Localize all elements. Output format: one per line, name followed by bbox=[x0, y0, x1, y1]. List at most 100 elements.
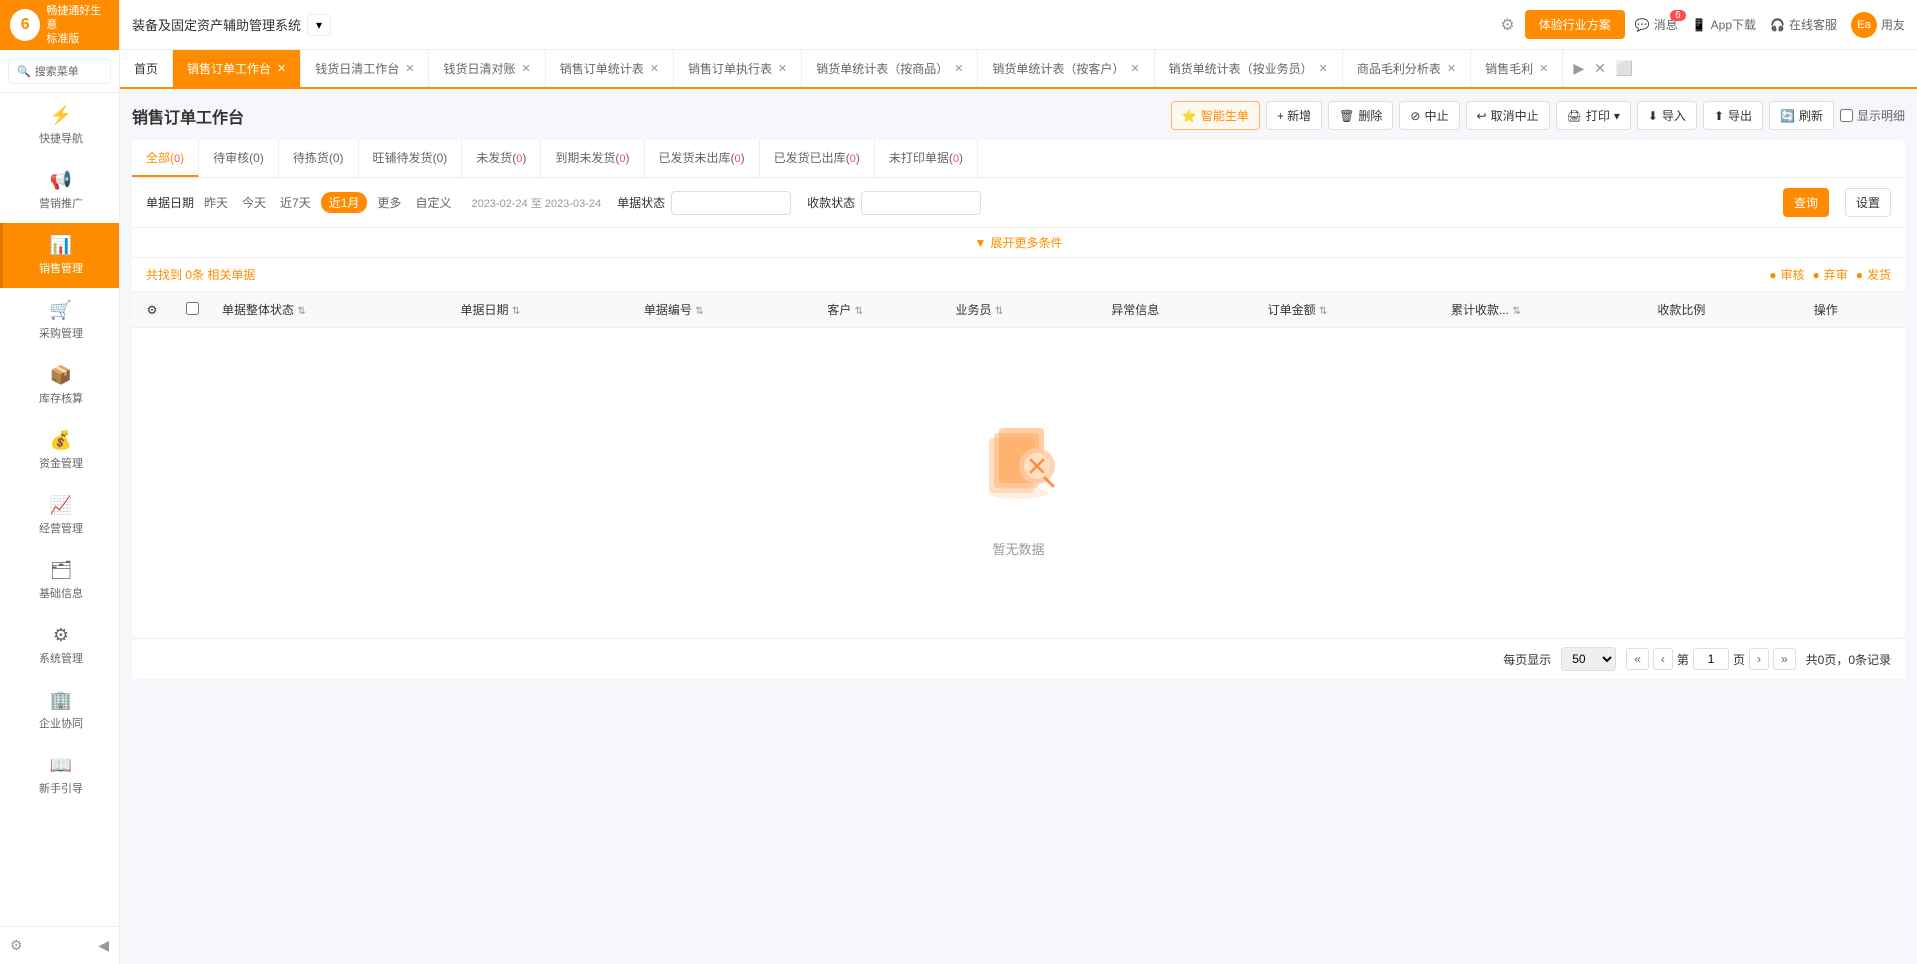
tabbar-actions: ▶ ✕ ⬜ bbox=[1563, 56, 1643, 81]
prev-page-button[interactable]: ‹ bbox=[1653, 648, 1673, 670]
delete-button[interactable]: 🗑 删除 bbox=[1328, 101, 1393, 130]
tab-maximize-button[interactable]: ⬜ bbox=[1612, 56, 1637, 81]
tab-sales-more-close[interactable]: ✕ bbox=[1539, 62, 1548, 75]
select-all-checkbox[interactable] bbox=[186, 302, 199, 315]
sidebar-item-sales[interactable]: 📊 销售管理 bbox=[0, 223, 119, 288]
sort-collected-icon[interactable]: ⇅ bbox=[1512, 306, 1520, 317]
cancel-review-action-button[interactable]: ● 弃审 bbox=[1812, 266, 1847, 283]
tab-home[interactable]: 首页 bbox=[120, 50, 173, 87]
page-number-input[interactable] bbox=[1693, 648, 1729, 670]
subtabs: 全部(0) 待审核(0) 待拣货(0) 旺铺待发货(0) 未发货(0) 到期未发… bbox=[132, 140, 1905, 178]
sidebar-item-operations[interactable]: 📈 经营管理 bbox=[0, 483, 119, 548]
subtab-not-printed[interactable]: 未打印单据(0) bbox=[875, 140, 978, 177]
topbar-settings-button[interactable]: ⚙ bbox=[1500, 15, 1514, 35]
sidebar-item-quick-nav[interactable]: ⚡ 快捷导航 bbox=[0, 93, 119, 158]
subtab-wangpu-deliver[interactable]: 旺铺待发货(0) bbox=[359, 140, 463, 177]
tab-sales-exec-close[interactable]: ✕ bbox=[778, 62, 787, 75]
system-dropdown-button[interactable]: ▾ bbox=[307, 14, 331, 36]
subtab-pending-review[interactable]: 待审核(0) bbox=[199, 140, 279, 177]
print-button[interactable]: 🖨 打印 ▾ bbox=[1556, 101, 1631, 130]
sidebar-item-system[interactable]: ⚙ 系统管理 bbox=[0, 613, 119, 678]
subtab-overdue-not-shipped[interactable]: 到期未发货(0) bbox=[541, 140, 644, 177]
page-size-select[interactable]: 50 10 20 100 bbox=[1561, 647, 1616, 671]
tab-gross-margin-close[interactable]: ✕ bbox=[1447, 62, 1456, 75]
query-button[interactable]: 查询 bbox=[1783, 188, 1829, 217]
sidebar-item-finance[interactable]: 💰 资金管理 bbox=[0, 418, 119, 483]
date-yesterday-btn[interactable]: 昨天 bbox=[200, 192, 232, 213]
tab-sales-unified-customer[interactable]: 销货单统计表（按客户） ✕ bbox=[978, 50, 1154, 87]
app-download-button[interactable]: 📱 App下载 bbox=[1692, 16, 1756, 33]
sidebar-item-marketing[interactable]: 📢 营销推广 bbox=[0, 158, 119, 223]
tab-sales-more[interactable]: 销售毛利 ✕ bbox=[1471, 50, 1563, 87]
new-button[interactable]: + 新增 bbox=[1266, 101, 1322, 130]
collapse-sidebar-button[interactable]: ◀ bbox=[98, 937, 109, 954]
tab-sales-unified-customer-close[interactable]: ✕ bbox=[1130, 62, 1139, 75]
tab-cash-reconcile[interactable]: 钱货日清对账 ✕ bbox=[429, 50, 545, 87]
sort-doc-date-icon[interactable]: ⇅ bbox=[512, 306, 520, 317]
tab-sales-unified-staff[interactable]: 销货单统计表（按业务员） ✕ bbox=[1155, 50, 1343, 87]
subtab-pending-inspect[interactable]: 待拣货(0) bbox=[279, 140, 359, 177]
settings-footer-button[interactable]: ⚙ bbox=[10, 937, 23, 954]
online-service-button[interactable]: 🎧 在线客服 bbox=[1770, 16, 1837, 33]
tab-close-all-button[interactable]: ✕ bbox=[1590, 56, 1610, 81]
status-select[interactable] bbox=[671, 191, 791, 215]
tab-sales-unified-product[interactable]: 销货单统计表（按商品） ✕ bbox=[802, 50, 978, 87]
show-detail-checkbox[interactable] bbox=[1840, 109, 1853, 122]
date-7days-btn[interactable]: 近7天 bbox=[276, 192, 315, 213]
subtab-shipped-warehoused[interactable]: 已发货已出库(0) bbox=[760, 140, 875, 177]
import-button[interactable]: ⬇ 导入 bbox=[1637, 101, 1697, 130]
first-page-button[interactable]: « bbox=[1626, 648, 1649, 670]
sort-doc-status-icon[interactable]: ⇅ bbox=[297, 306, 305, 317]
refresh-button[interactable]: 🔄 刷新 bbox=[1769, 101, 1834, 130]
column-settings-icon[interactable]: ⚙ bbox=[147, 303, 158, 317]
cancel-stop-button[interactable]: ↩ 取消中止 bbox=[1466, 101, 1550, 130]
date-custom-btn[interactable]: 自定义 bbox=[411, 192, 455, 213]
tab-cash-reconcile-close[interactable]: ✕ bbox=[522, 62, 531, 75]
operations-icon: 📈 bbox=[50, 495, 72, 516]
th-operation: 操作 bbox=[1804, 292, 1905, 328]
sidebar-item-guide[interactable]: 📖 新手引导 bbox=[0, 743, 119, 808]
payment-select[interactable] bbox=[861, 191, 981, 215]
tab-cash-daily-close[interactable]: ✕ bbox=[405, 62, 414, 75]
ship-action-button[interactable]: ● 发货 bbox=[1856, 266, 1891, 283]
tab-sales-workbench[interactable]: 销售订单工作台 ✕ bbox=[173, 50, 301, 87]
expand-conditions-button[interactable]: ▼ 展开更多条件 bbox=[975, 234, 1063, 251]
industry-solution-button[interactable]: 体验行业方案 bbox=[1525, 10, 1625, 39]
tab-sales-stats[interactable]: 销售订单统计表 ✕ bbox=[546, 50, 674, 87]
sort-order-amount-icon[interactable]: ⇅ bbox=[1319, 306, 1327, 317]
sort-staff-icon[interactable]: ⇅ bbox=[995, 306, 1003, 317]
tab-overflow-button[interactable]: ▶ bbox=[1569, 56, 1588, 81]
subtab-not-shipped[interactable]: 未发货(0) bbox=[462, 140, 541, 177]
tab-sales-exec[interactable]: 销售订单执行表 ✕ bbox=[674, 50, 802, 87]
date-more-btn[interactable]: 更多 bbox=[373, 192, 405, 213]
stop-button[interactable]: ⊘ 中止 bbox=[1399, 101, 1459, 130]
filter-settings-button[interactable]: 设置 bbox=[1845, 188, 1891, 217]
th-doc-no: 单据编号 ⇅ bbox=[634, 292, 817, 328]
subtab-all[interactable]: 全部(0) bbox=[132, 140, 199, 177]
date-1month-btn[interactable]: 近1月 bbox=[321, 192, 368, 213]
tab-sales-unified-product-close[interactable]: ✕ bbox=[954, 62, 963, 75]
th-doc-status: 单据整体状态 ⇅ bbox=[212, 292, 451, 328]
sidebar-item-inventory[interactable]: 📦 库存核算 bbox=[0, 353, 119, 418]
message-button[interactable]: 💬 消息 6 bbox=[1635, 16, 1678, 33]
last-page-button[interactable]: » bbox=[1773, 648, 1796, 670]
sidebar-item-basic[interactable]: 🗂 基础信息 bbox=[0, 548, 119, 613]
review-action-button[interactable]: ● 审核 bbox=[1769, 266, 1804, 283]
user-menu-button[interactable]: Ea 用友 bbox=[1851, 12, 1905, 38]
tab-sales-workbench-close[interactable]: ✕ bbox=[277, 62, 286, 75]
tab-sales-unified-staff-close[interactable]: ✕ bbox=[1319, 62, 1328, 75]
sort-customer-icon[interactable]: ⇅ bbox=[855, 306, 863, 317]
sidebar-item-enterprise[interactable]: 🏢 企业协同 bbox=[0, 678, 119, 743]
export-button[interactable]: ⬆ 导出 bbox=[1703, 101, 1763, 130]
tab-cash-daily[interactable]: 钱货日清工作台 ✕ bbox=[301, 50, 429, 87]
next-page-button[interactable]: › bbox=[1749, 648, 1769, 670]
search-menu-button[interactable]: 🔍 搜索菜单 bbox=[8, 58, 111, 84]
th-collected: 累计收款... ⇅ bbox=[1441, 292, 1647, 328]
date-today-btn[interactable]: 今天 bbox=[238, 192, 270, 213]
subtab-shipped-not-warehoused[interactable]: 已发货未出库(0) bbox=[645, 140, 760, 177]
sort-doc-no-icon[interactable]: ⇅ bbox=[695, 306, 703, 317]
tab-sales-stats-close[interactable]: ✕ bbox=[650, 62, 659, 75]
smart-create-button[interactable]: ⭐ 智能生单 bbox=[1171, 101, 1260, 130]
sidebar-item-purchase[interactable]: 🛒 采购管理 bbox=[0, 288, 119, 353]
tab-gross-margin[interactable]: 商品毛利分析表 ✕ bbox=[1343, 50, 1471, 87]
